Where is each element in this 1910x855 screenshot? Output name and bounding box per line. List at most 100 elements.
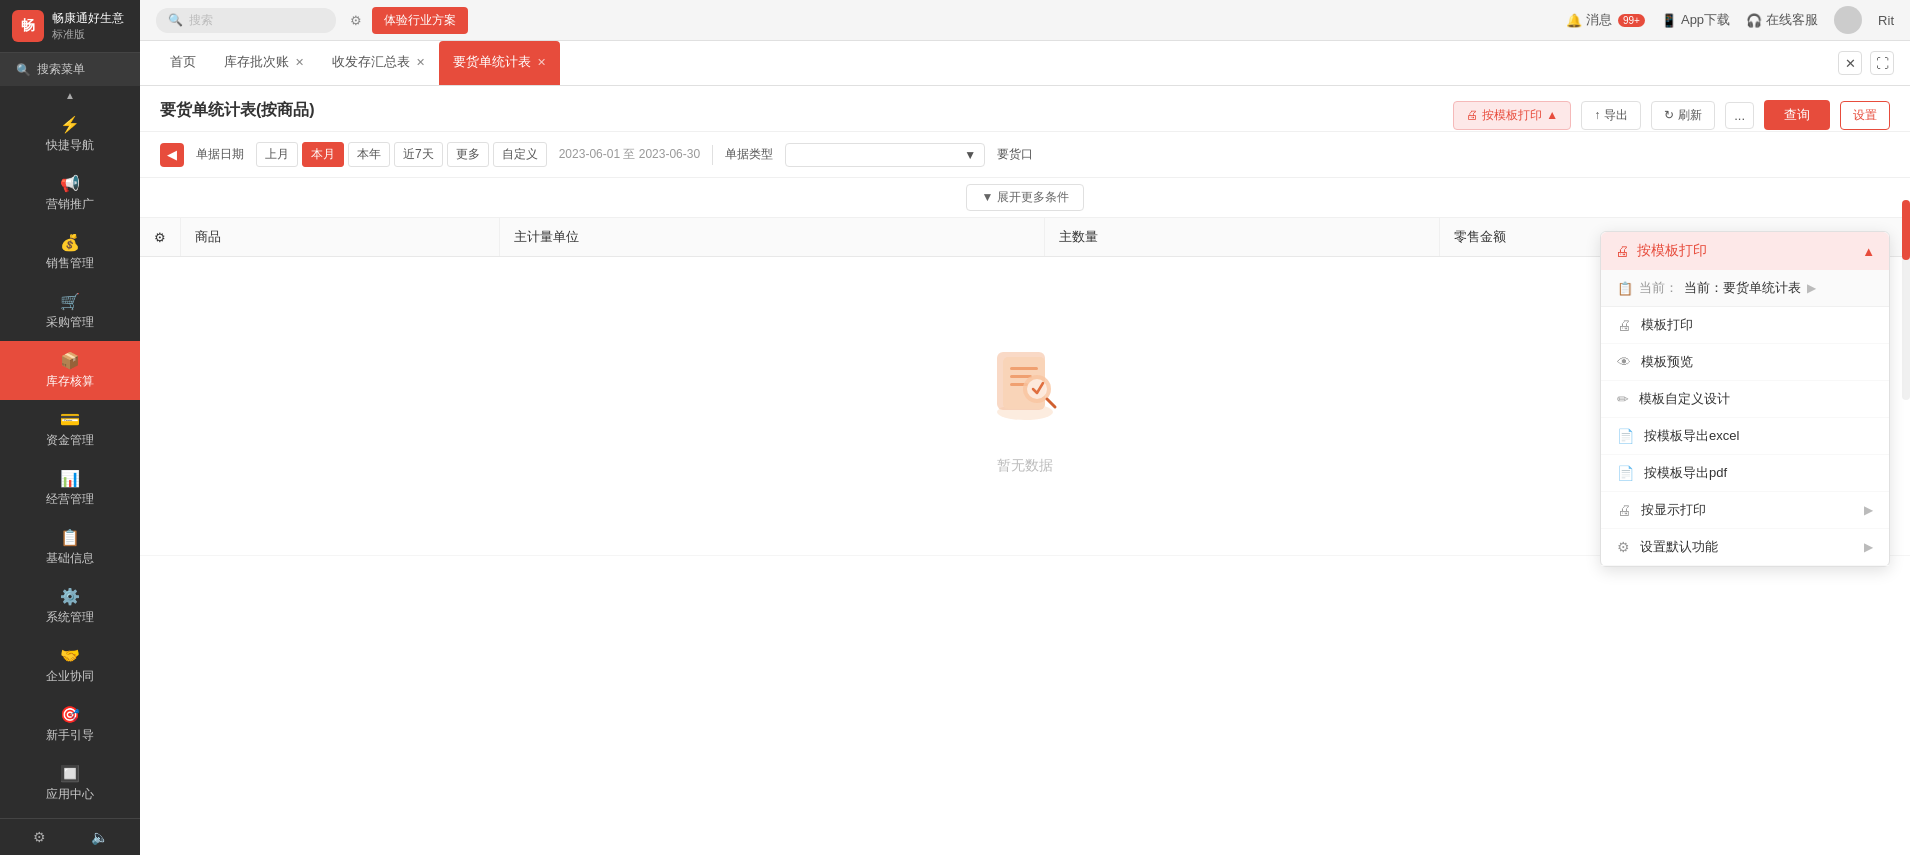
audio-bottom-btn[interactable]: 🔈 <box>91 829 108 845</box>
expand-more-btn[interactable]: ▼ 展开更多条件 <box>966 184 1083 211</box>
sidebar: 畅 畅康通好生意 标准版 🔍 搜索菜单 ▲ ⚡ 快捷导航 📢 营销推广 💰 销售… <box>0 0 140 855</box>
scrollbar-thumb <box>1902 200 1910 260</box>
system-icon: ⚙️ <box>60 587 80 606</box>
export-pdf-icon: 📄 <box>1617 465 1634 481</box>
filter-bar: ◀ 单据日期 上月 本月 本年 近7天 更多 自定义 2023-06-01 至 … <box>140 132 1910 178</box>
sidebar-item-finance[interactable]: 💳 资金管理 <box>0 400 140 459</box>
sidebar-item-newbie[interactable]: 🎯 新手引导 <box>0 695 140 754</box>
tab-home[interactable]: 首页 <box>156 41 210 85</box>
filter-collapse-btn[interactable]: ◀ <box>160 143 184 167</box>
date-btn-custom[interactable]: 自定义 <box>493 142 547 167</box>
topbar-right: 🔔 消息 99+ 📱 App下载 🎧 在线客服 Rit <box>1566 6 1894 34</box>
tab-receipt-summary[interactable]: 收发存汇总表 ✕ <box>318 41 439 85</box>
sidebar-item-purchase[interactable]: 🛒 采购管理 <box>0 282 140 341</box>
tab-close-batch-account[interactable]: ✕ <box>295 56 304 69</box>
bell-icon: 🔔 <box>1566 13 1582 28</box>
industry-btn[interactable]: 体验行业方案 <box>372 7 468 34</box>
sidebar-item-appstore[interactable]: 🔲 应用中心 <box>0 754 140 813</box>
display-print-section[interactable]: 🖨 按显示打印 ▶ <box>1601 492 1889 529</box>
table-header-product: 商品 <box>181 218 500 257</box>
date-filter-label: 单据日期 <box>196 146 244 163</box>
default-settings-chevron: ▶ <box>1864 540 1873 554</box>
quick-nav-icon: ⚡ <box>60 115 80 134</box>
date-btn-this-month[interactable]: 本月 <box>302 142 344 167</box>
notifications-btn[interactable]: 🔔 消息 99+ <box>1566 11 1645 29</box>
date-btn-more[interactable]: 更多 <box>447 142 489 167</box>
table-header-unit: 主计量单位 <box>500 218 1045 257</box>
tabs-actions: ✕ ⛶ <box>1838 51 1894 75</box>
print-header-icon: 🖨 <box>1615 243 1629 259</box>
sidebar-item-sales[interactable]: 💰 销售管理 <box>0 223 140 282</box>
refresh-btn[interactable]: ↻ 刷新 <box>1651 101 1715 130</box>
chevron-down-icon: ▼ <box>964 148 976 162</box>
settings-btn[interactable]: 设置 <box>1840 101 1890 130</box>
collab-icon: 🤝 <box>60 646 80 665</box>
page-area: 要货单统计表(按商品) 🖨 按模板打印 ▲ ↑ 导出 ↻ 刷新 ... 查询 <box>140 86 1910 855</box>
tab-order-stats[interactable]: 要货单统计表 ✕ <box>439 41 560 85</box>
top-search-bar[interactable]: 🔍 搜索 <box>156 8 336 33</box>
newbie-icon: 🎯 <box>60 705 80 724</box>
table-gear-header[interactable]: ⚙ <box>140 218 181 257</box>
tab-close-receipt-summary[interactable]: ✕ <box>416 56 425 69</box>
default-settings-section[interactable]: ⚙ 设置默认功能 ▶ <box>1601 529 1889 566</box>
template-export-pdf-item[interactable]: 📄 按模板导出pdf <box>1601 455 1889 492</box>
date-btn-this-year[interactable]: 本年 <box>348 142 390 167</box>
print-dropdown-header[interactable]: 🖨 按模板打印 ▲ <box>1601 232 1889 270</box>
tab-batch-account[interactable]: 库存批次账 ✕ <box>210 41 318 85</box>
sidebar-item-inventory[interactable]: 📦 库存核算 <box>0 341 140 400</box>
more-btn[interactable]: ... <box>1725 102 1754 129</box>
app-download-btn[interactable]: 📱 App下载 <box>1661 11 1730 29</box>
template-print-icon: 🖨 <box>1617 317 1631 333</box>
template-preview-item[interactable]: 👁 模板预览 <box>1601 344 1889 381</box>
scroll-up-btn[interactable]: ▲ <box>0 86 140 105</box>
svg-point-7 <box>1027 379 1047 399</box>
settings-bottom-btn[interactable]: ⚙ <box>33 829 46 845</box>
tab-close-order-stats[interactable]: ✕ <box>537 56 546 69</box>
username-label: Rit <box>1878 13 1894 28</box>
export-btn[interactable]: ↑ 导出 <box>1581 101 1641 130</box>
print-template-btn[interactable]: 🖨 按模板打印 ▲ <box>1453 101 1571 130</box>
sidebar-item-marketing[interactable]: 📢 营销推广 <box>0 164 140 223</box>
sales-icon: 💰 <box>60 233 80 252</box>
expand-more-bar: ▼ 展开更多条件 <box>140 178 1910 218</box>
sidebar-item-basic[interactable]: 📋 基础信息 <box>0 518 140 577</box>
query-btn[interactable]: 查询 <box>1764 100 1830 130</box>
page-actions: 🖨 按模板打印 ▲ ↑ 导出 ↻ 刷新 ... 查询 设置 <box>1453 100 1890 130</box>
date-btn-last-month[interactable]: 上月 <box>256 142 298 167</box>
user-avatar[interactable] <box>1834 6 1862 34</box>
operation-icon: 📊 <box>60 469 80 488</box>
type-filter-select[interactable]: ▼ <box>785 143 985 167</box>
print-icon: 🖨 <box>1466 108 1478 122</box>
topbar-gear-icon[interactable]: ⚙ <box>350 13 362 28</box>
date-buttons: 上月 本月 本年 近7天 更多 自定义 <box>256 142 547 167</box>
sidebar-item-quick-nav[interactable]: ⚡ 快捷导航 <box>0 105 140 164</box>
sidebar-item-system[interactable]: ⚙️ 系统管理 <box>0 577 140 636</box>
template-export-excel-item[interactable]: 📄 按模板导出excel <box>1601 418 1889 455</box>
print-dropdown-collapse-icon[interactable]: ▲ <box>1862 244 1875 259</box>
marketing-icon: 📢 <box>60 174 80 193</box>
online-service-btn[interactable]: 🎧 在线客服 <box>1746 11 1818 29</box>
sidebar-item-collab[interactable]: 🤝 企业协同 <box>0 636 140 695</box>
template-design-item[interactable]: ✏ 模板自定义设计 <box>1601 381 1889 418</box>
svg-rect-4 <box>1010 375 1032 378</box>
right-scrollbar[interactable] <box>1902 200 1910 400</box>
top-bar: 🔍 搜索 ⚙ 体验行业方案 🔔 消息 99+ 📱 App下载 🎧 在线客服 Ri… <box>140 0 1910 41</box>
empty-icon <box>985 337 1065 441</box>
default-settings-icon: ⚙ <box>1617 539 1630 555</box>
print-dropdown: 🖨 按模板打印 ▲ 📋 当前： 当前：要货单统计表 ▶ 🖨 模板打印 👁 模板 <box>1600 231 1890 567</box>
empty-text: 暂无数据 <box>997 457 1053 475</box>
current-template-icon: 📋 <box>1617 281 1633 296</box>
purchase-icon: 🛒 <box>60 292 80 311</box>
date-btn-7days[interactable]: 近7天 <box>394 142 443 167</box>
search-menu[interactable]: 🔍 搜索菜单 <box>0 53 140 86</box>
tab-close-window-btn[interactable]: ✕ <box>1838 51 1862 75</box>
sidebar-logo: 畅 畅康通好生意 标准版 <box>0 0 140 53</box>
main-content: 🔍 搜索 ⚙ 体验行业方案 🔔 消息 99+ 📱 App下载 🎧 在线客服 Ri… <box>140 0 1910 855</box>
topbar-search-icon: 🔍 <box>168 13 183 27</box>
template-print-item[interactable]: 🖨 模板打印 <box>1601 307 1889 344</box>
date-range-display: 2023-06-01 至 2023-06-30 <box>559 146 700 163</box>
sidebar-bottom: ⚙ 🔈 <box>0 818 140 855</box>
sidebar-item-operation[interactable]: 📊 经营管理 <box>0 459 140 518</box>
tab-maximize-btn[interactable]: ⛶ <box>1870 51 1894 75</box>
sidebar-nav: ▲ ⚡ 快捷导航 📢 营销推广 💰 销售管理 🛒 采购管理 📦 库存核算 💳 资… <box>0 86 140 818</box>
